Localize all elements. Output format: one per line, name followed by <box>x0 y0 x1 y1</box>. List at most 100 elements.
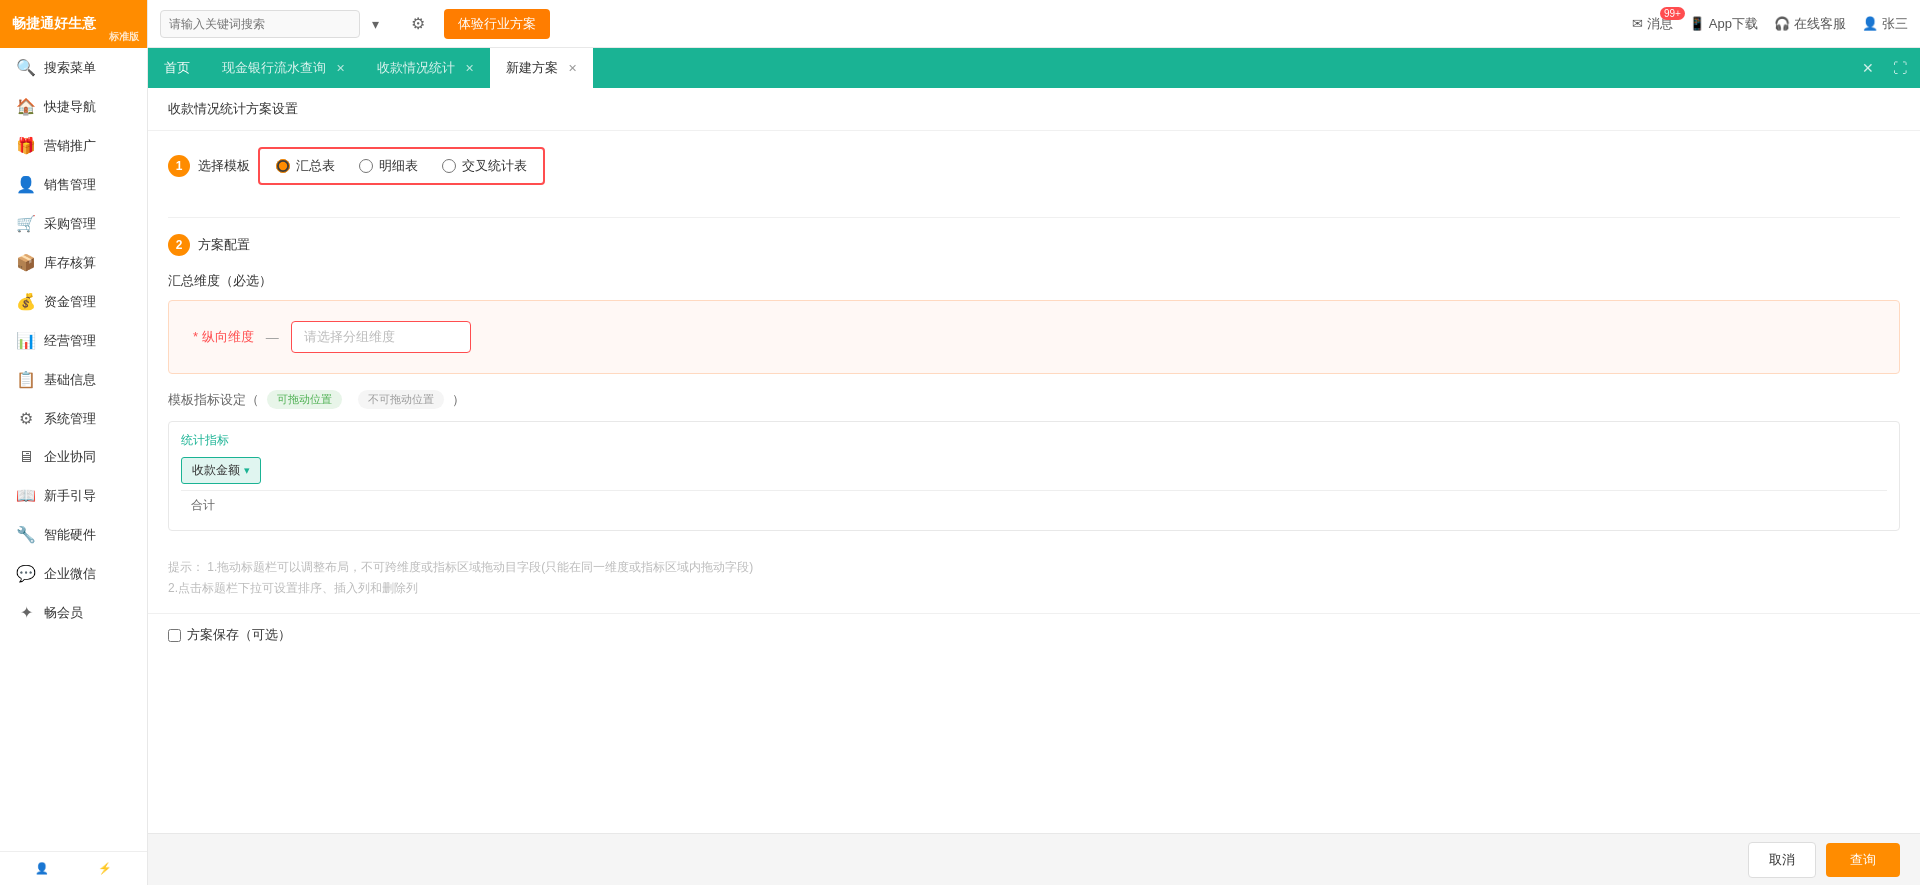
save-checkbox-label[interactable]: 方案保存（可选） <box>168 626 1900 644</box>
lightning-icon: ⚡ <box>98 862 112 875</box>
tab-receipt-stats-close[interactable]: ✕ <box>465 62 474 75</box>
template-options: 汇总表 明细表 交叉统计表 <box>258 147 545 185</box>
vertical-dimension-label: * 纵向维度 <box>193 328 254 346</box>
sidebar-item-marketing[interactable]: 🎁 营销推广 <box>0 126 147 165</box>
sidebar-bottom-left[interactable]: 👤 <box>35 862 49 875</box>
chat-icon: 💬 <box>16 564 36 583</box>
topbar: ▾ ⚙ 体验行业方案 ✉ 消息 99+ 📱 App下载 🎧 在线客服 👤 张三 <box>148 0 1920 48</box>
drag-badge: 可拖动位置 <box>267 390 342 409</box>
step1-title: 选择模板 <box>198 157 250 175</box>
tip-line-1: 提示： 1.拖动标题栏可以调整布局，不可跨维度或指标区域拖动目字段(只能在同一维… <box>168 559 1900 576</box>
sidebar-item-inventory[interactable]: 📦 库存核算 <box>0 243 147 282</box>
metric-total-label: 合计 <box>191 497 215 514</box>
app-name: 畅捷通好生意 <box>12 15 96 33</box>
avatar-icon: 👤 <box>35 862 49 875</box>
sidebar-item-funds[interactable]: 💰 资金管理 <box>0 282 147 321</box>
sidebar-item-member[interactable]: ✦ 畅会员 <box>0 593 147 632</box>
metric-chip-amount[interactable]: 收款金额 ▾ <box>181 457 261 484</box>
tip-line-2: 2.点击标题栏下拉可设置排序、插入列和删除列 <box>168 580 1900 597</box>
sidebar-item-sales[interactable]: 👤 销售管理 <box>0 165 147 204</box>
tab-bank-flow[interactable]: 现金银行流水查询 ✕ <box>206 48 361 88</box>
tool-icon: 🔧 <box>16 525 36 544</box>
sidebar-item-label: 采购管理 <box>44 215 96 233</box>
query-button[interactable]: 查询 <box>1826 843 1900 877</box>
app-logo: 畅捷通好生意 标准版 <box>0 0 147 48</box>
clipboard-icon: 📋 <box>16 370 36 389</box>
metric-total-row: 合计 <box>181 490 1887 520</box>
save-label-text: 方案保存（可选） <box>187 626 291 644</box>
dimension-select[interactable]: 请选择分组维度 <box>291 321 471 353</box>
main-area: ▾ ⚙ 体验行业方案 ✉ 消息 99+ 📱 App下载 🎧 在线客服 👤 张三 <box>148 0 1920 885</box>
sidebar-item-label: 基础信息 <box>44 371 96 389</box>
step1-section: 1 选择模板 汇总表 明细表 交 <box>148 131 1920 217</box>
sidebar-item-search[interactable]: 🔍 搜索菜单 <box>0 48 147 87</box>
sidebar-item-label: 企业协同 <box>44 448 96 466</box>
tab-receipt-stats-label: 收款情况统计 <box>377 59 455 77</box>
sidebar-item-smart-hw[interactable]: 🔧 智能硬件 <box>0 515 147 554</box>
search-icon: 🔍 <box>16 58 36 77</box>
headset-icon: 🎧 <box>1774 16 1790 31</box>
no-drag-badge: 不可拖动位置 <box>358 390 444 409</box>
save-checkbox[interactable] <box>168 629 181 642</box>
sidebar: 畅捷通好生意 标准版 🔍 搜索菜单 🏠 快捷导航 🎁 营销推广 👤 销售管理 🛒… <box>0 0 148 885</box>
sidebar-item-operations[interactable]: 📊 经营管理 <box>0 321 147 360</box>
sidebar-item-label: 销售管理 <box>44 176 96 194</box>
content-inner: 收款情况统计方案设置 1 选择模板 汇总表 明细表 <box>148 88 1920 833</box>
notification-badge: 99+ <box>1660 7 1685 20</box>
option-summary[interactable]: 汇总表 <box>276 157 335 175</box>
sidebar-item-quick-nav[interactable]: 🏠 快捷导航 <box>0 87 147 126</box>
metric-chip-row: 收款金额 ▾ <box>181 457 1887 484</box>
sidebar-item-guide[interactable]: 📖 新手引导 <box>0 476 147 515</box>
sidebar-item-label: 快捷导航 <box>44 98 96 116</box>
option-detail-label: 明细表 <box>379 157 418 175</box>
tab-close-btn[interactable]: ✕ <box>1856 56 1880 80</box>
page-title: 收款情况统计方案设置 <box>168 101 298 116</box>
tab-home[interactable]: 首页 <box>148 48 206 88</box>
sidebar-item-label: 资金管理 <box>44 293 96 311</box>
settings-icon[interactable]: ⚙ <box>404 10 432 38</box>
download-btn[interactable]: 📱 App下载 <box>1689 15 1758 33</box>
option-detail[interactable]: 明细表 <box>359 157 418 175</box>
sidebar-item-system[interactable]: ⚙ 系统管理 <box>0 399 147 438</box>
notification-btn[interactable]: ✉ 消息 99+ <box>1632 15 1673 33</box>
tips-section: 提示： 1.拖动标题栏可以调整布局，不可跨维度或指标区域拖动目字段(只能在同一维… <box>148 547 1920 613</box>
nav-tabs-controls: ✕ ⛶ <box>1856 56 1920 80</box>
step1-header: 1 选择模板 汇总表 明细表 交 <box>168 147 1900 185</box>
home-icon: 🏠 <box>16 97 36 116</box>
sidebar-item-enterprise[interactable]: 🖥 企业协同 <box>0 438 147 476</box>
tab-bank-flow-close[interactable]: ✕ <box>336 62 345 75</box>
industry-btn[interactable]: 体验行业方案 <box>444 9 550 39</box>
tab-expand-btn[interactable]: ⛶ <box>1888 56 1912 80</box>
dimension-arrow: — <box>266 330 279 345</box>
book-icon: 📖 <box>16 486 36 505</box>
radio-summary[interactable] <box>276 159 290 173</box>
config-section: 汇总维度（必选） * 纵向维度 — 请选择分组维度 <box>168 272 1900 390</box>
footer-save: 方案保存（可选） <box>148 613 1920 656</box>
money-icon: 💰 <box>16 292 36 311</box>
tab-new-plan-close[interactable]: ✕ <box>568 62 577 75</box>
cancel-button[interactable]: 取消 <box>1748 842 1816 878</box>
download-label: App下载 <box>1709 15 1758 33</box>
chart-icon: 📊 <box>16 331 36 350</box>
gift-icon: 🎁 <box>16 136 36 155</box>
sidebar-item-basic-info[interactable]: 📋 基础信息 <box>0 360 147 399</box>
summary-dimension-title: 汇总维度（必选） <box>168 272 1900 290</box>
sidebar-item-wechat[interactable]: 💬 企业微信 <box>0 554 147 593</box>
tab-receipt-stats[interactable]: 收款情况统计 ✕ <box>361 48 490 88</box>
radio-detail[interactable] <box>359 159 373 173</box>
radio-cross[interactable] <box>442 159 456 173</box>
service-btn[interactable]: 🎧 在线客服 <box>1774 15 1846 33</box>
dropdown-icon[interactable]: ▾ <box>372 16 392 32</box>
search-input[interactable] <box>160 10 360 38</box>
user-menu[interactable]: 👤 张三 <box>1862 15 1908 33</box>
chip-dropdown-icon[interactable]: ▾ <box>244 464 250 477</box>
metrics-label-row: 模板指标设定（ 可拖动位置 不可拖动位置 ） <box>168 390 1900 409</box>
tab-new-plan[interactable]: 新建方案 ✕ <box>490 48 593 88</box>
sidebar-item-purchase[interactable]: 🛒 采购管理 <box>0 204 147 243</box>
service-label: 在线客服 <box>1794 15 1846 33</box>
action-bar: 取消 查询 <box>148 833 1920 885</box>
sidebar-bottom-right[interactable]: ⚡ <box>98 862 112 875</box>
option-cross[interactable]: 交叉统计表 <box>442 157 527 175</box>
user-avatar: 👤 <box>1862 16 1878 31</box>
config-area: * 纵向维度 — 请选择分组维度 <box>168 300 1900 374</box>
